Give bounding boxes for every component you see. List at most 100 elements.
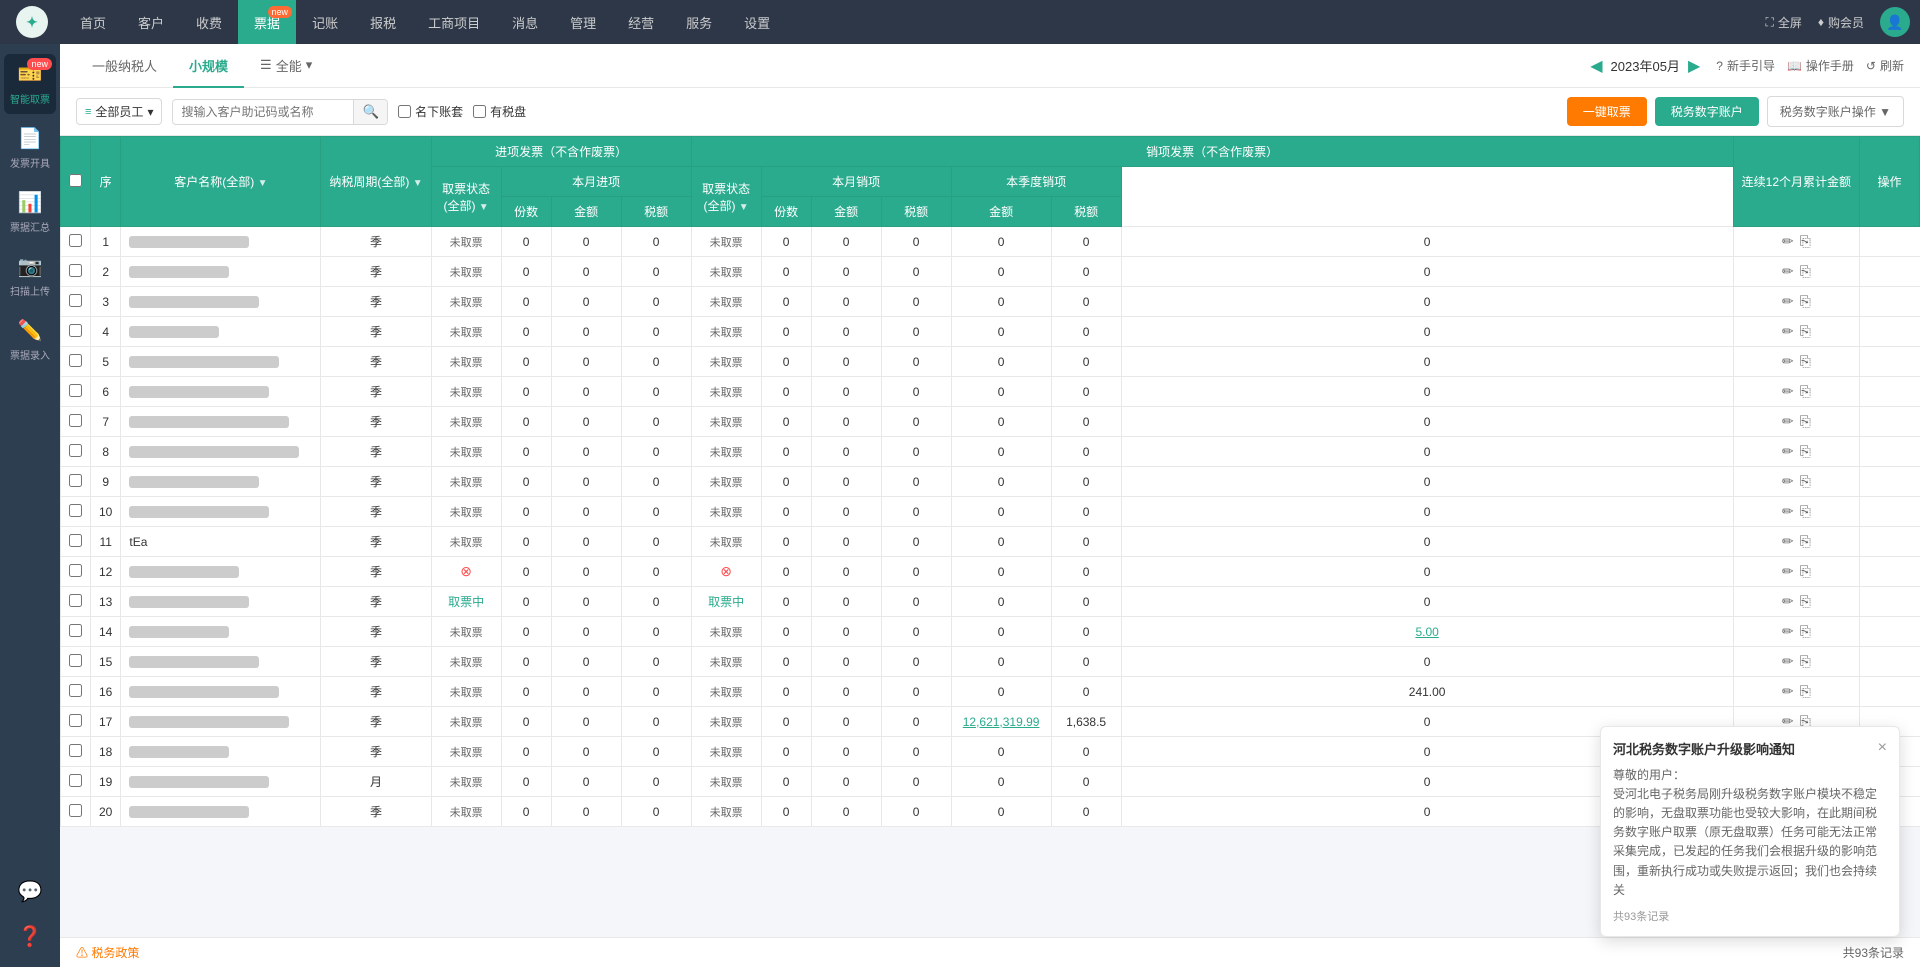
row-checkbox[interactable] <box>69 594 82 607</box>
checkbox-has-tax-disk-input[interactable] <box>473 105 486 118</box>
copy-icon[interactable]: ⎘ <box>1800 623 1811 640</box>
td-checkbox[interactable] <box>61 467 91 497</box>
nav-settings[interactable]: 设置 <box>728 0 786 44</box>
edit-icon[interactable]: ✏ <box>1782 353 1794 370</box>
copy-icon[interactable]: ⎘ <box>1800 503 1811 520</box>
nav-accounting[interactable]: 记账 <box>296 0 354 44</box>
copy-icon[interactable]: ⎘ <box>1800 413 1811 430</box>
row-checkbox[interactable] <box>69 324 82 337</box>
copy-icon[interactable]: ⎘ <box>1800 383 1811 400</box>
filter-icon[interactable]: ▼ <box>479 202 489 213</box>
row-checkbox[interactable] <box>69 774 82 787</box>
sidebar-item-help[interactable]: ❓ <box>4 916 56 957</box>
next-month-button[interactable]: ▶ <box>1688 56 1700 76</box>
select-all-checkbox[interactable] <box>69 174 82 187</box>
edit-icon[interactable]: ✏ <box>1782 233 1794 250</box>
td-checkbox[interactable] <box>61 347 91 377</box>
copy-icon[interactable]: ⎘ <box>1800 233 1811 250</box>
row-checkbox[interactable] <box>69 534 82 547</box>
td-checkbox[interactable] <box>61 737 91 767</box>
refresh-link[interactable]: ↺ 刷新 <box>1866 57 1904 74</box>
edit-icon[interactable]: ✏ <box>1782 623 1794 640</box>
sidebar-item-scan-upload[interactable]: 📷 扫描上传 <box>4 246 56 306</box>
copy-icon[interactable]: ⎘ <box>1800 653 1811 670</box>
edit-icon[interactable]: ✏ <box>1782 533 1794 550</box>
td-checkbox[interactable] <box>61 767 91 797</box>
td-checkbox[interactable] <box>61 497 91 527</box>
nav-tax[interactable]: 报税 <box>354 0 412 44</box>
nav-home[interactable]: 首页 <box>64 0 122 44</box>
copy-icon[interactable]: ⎘ <box>1800 443 1811 460</box>
td-checkbox[interactable] <box>61 287 91 317</box>
edit-icon[interactable]: ✏ <box>1782 323 1794 340</box>
sidebar-item-invoice-summary[interactable]: 📊 票据汇总 <box>4 182 56 242</box>
nav-message[interactable]: 消息 <box>496 0 554 44</box>
td-checkbox[interactable] <box>61 557 91 587</box>
edit-icon[interactable]: ✏ <box>1782 683 1794 700</box>
edit-icon[interactable]: ✏ <box>1782 263 1794 280</box>
edit-icon[interactable]: ✏ <box>1782 503 1794 520</box>
sidebar-item-smart-ticket[interactable]: 🎫 智能取票 new <box>4 54 56 114</box>
checkbox-under-account[interactable]: 名下账套 <box>398 103 463 120</box>
row-checkbox[interactable] <box>69 234 82 247</box>
fullscreen-button[interactable]: ⛶ 全屏 <box>1765 14 1801 31</box>
tab-all[interactable]: ☰ 全能 ▾ <box>244 44 328 88</box>
row-checkbox[interactable] <box>69 744 82 757</box>
nav-ticket[interactable]: 票据 new <box>238 0 296 44</box>
row-checkbox[interactable] <box>69 414 82 427</box>
prev-month-button[interactable]: ◀ <box>1590 56 1602 76</box>
quarter-amount-value[interactable]: 12,621,319.99 <box>963 715 1040 729</box>
popup-close-button[interactable]: × <box>1878 739 1887 757</box>
edit-icon[interactable]: ✏ <box>1782 653 1794 670</box>
checkbox-under-account-input[interactable] <box>398 105 411 118</box>
search-button[interactable]: 🔍 <box>353 100 387 124</box>
edit-icon[interactable]: ✏ <box>1782 473 1794 490</box>
nav-service[interactable]: 服务 <box>670 0 728 44</box>
guide-link[interactable]: ? 新手引导 <box>1716 57 1775 74</box>
copy-icon[interactable]: ⎘ <box>1800 293 1811 310</box>
nav-operation[interactable]: 经营 <box>612 0 670 44</box>
td-checkbox[interactable] <box>61 317 91 347</box>
td-checkbox[interactable] <box>61 707 91 737</box>
td-checkbox[interactable] <box>61 437 91 467</box>
manual-link[interactable]: 📖 操作手册 <box>1787 57 1854 74</box>
one-click-take-button[interactable]: 一键取票 <box>1567 97 1647 126</box>
edit-icon[interactable]: ✏ <box>1782 563 1794 580</box>
nav-management[interactable]: 管理 <box>554 0 612 44</box>
nav-customer[interactable]: 客户 <box>122 0 180 44</box>
row-checkbox[interactable] <box>69 294 82 307</box>
employee-select[interactable]: ≡ 全部员工 ▾ <box>76 98 162 125</box>
nav-fee[interactable]: 收费 <box>180 0 238 44</box>
edit-icon[interactable]: ✏ <box>1782 443 1794 460</box>
tax-policy-link[interactable]: ⚠ 税务政策 <box>76 944 139 961</box>
row-checkbox[interactable] <box>69 384 82 397</box>
sidebar-item-feedback[interactable]: 💬 <box>4 871 56 912</box>
copy-icon[interactable]: ⎘ <box>1800 353 1811 370</box>
row-checkbox[interactable] <box>69 504 82 517</box>
filter-icon[interactable]: ▼ <box>739 202 749 213</box>
td-checkbox[interactable] <box>61 647 91 677</box>
row-checkbox[interactable] <box>69 804 82 817</box>
row-checkbox[interactable] <box>69 564 82 577</box>
td-checkbox[interactable] <box>61 617 91 647</box>
copy-icon[interactable]: ⎘ <box>1800 683 1811 700</box>
edit-icon[interactable]: ✏ <box>1782 293 1794 310</box>
tab-small-scale[interactable]: 小规模 <box>173 44 244 88</box>
td-checkbox[interactable] <box>61 677 91 707</box>
checkbox-has-tax-disk[interactable]: 有税盘 <box>473 103 526 120</box>
vip-button[interactable]: ♦ 购会员 <box>1818 14 1864 31</box>
row-checkbox[interactable] <box>69 624 82 637</box>
sidebar-item-invoice-entry[interactable]: ✏️ 票据录入 <box>4 310 56 370</box>
filter-icon[interactable]: ▼ <box>258 178 268 189</box>
row-checkbox[interactable] <box>69 474 82 487</box>
nav-business[interactable]: 工商项目 <box>412 0 496 44</box>
td-checkbox[interactable] <box>61 587 91 617</box>
td-checkbox[interactable] <box>61 227 91 257</box>
copy-icon[interactable]: ⎘ <box>1800 323 1811 340</box>
row-checkbox[interactable] <box>69 714 82 727</box>
copy-icon[interactable]: ⎘ <box>1800 263 1811 280</box>
row-checkbox[interactable] <box>69 684 82 697</box>
copy-icon[interactable]: ⎘ <box>1800 533 1811 550</box>
td-checkbox[interactable] <box>61 377 91 407</box>
filter-icon[interactable]: ▼ <box>413 178 423 189</box>
